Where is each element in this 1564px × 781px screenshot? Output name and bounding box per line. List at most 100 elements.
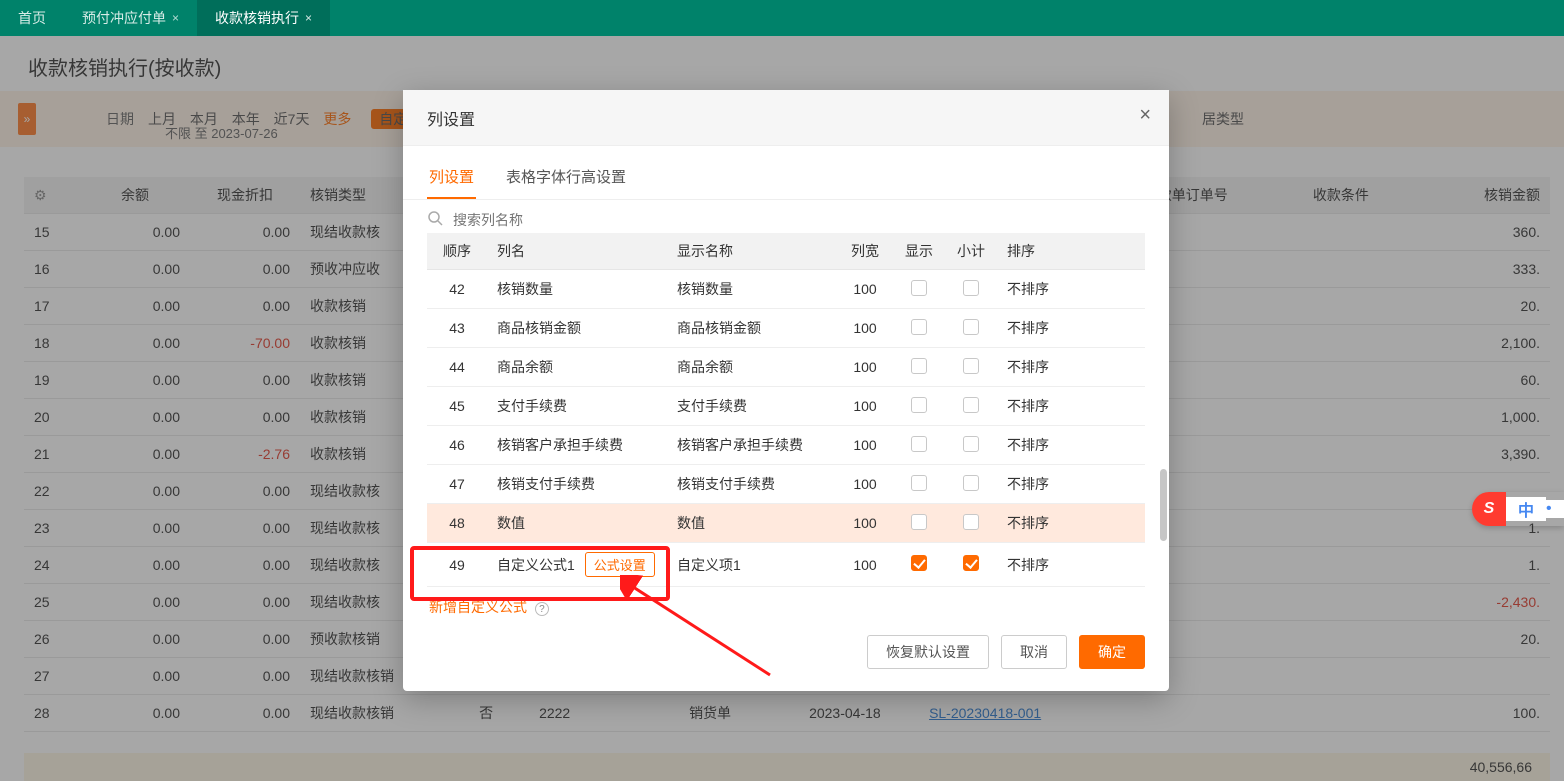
- show-checkbox[interactable]: [911, 514, 927, 530]
- col-width: 100: [837, 465, 893, 504]
- show-checkbox[interactable]: [911, 436, 927, 452]
- col-width: 100: [837, 309, 893, 348]
- subtotal-checkbox[interactable]: [963, 397, 979, 413]
- col-name: 核销数量: [487, 270, 667, 309]
- ime-badge[interactable]: S 中 •: [1472, 492, 1564, 526]
- show-checkbox[interactable]: [911, 280, 927, 296]
- h-sort: 排序: [997, 233, 1145, 270]
- col-name: 商品核销金额: [487, 309, 667, 348]
- column-row[interactable]: 42核销数量核销数量100不排序: [427, 270, 1145, 309]
- col-display-name: 支付手续费: [667, 387, 837, 426]
- col-display-name: 核销支付手续费: [667, 465, 837, 504]
- col-width: 100: [837, 348, 893, 387]
- col-width: 100: [837, 504, 893, 543]
- tab-column-settings[interactable]: 列设置: [427, 158, 476, 199]
- h-width: 列宽: [837, 233, 893, 270]
- show-checkbox[interactable]: [911, 397, 927, 413]
- col-width: 100: [837, 270, 893, 309]
- column-row[interactable]: 44商品余额商品余额100不排序: [427, 348, 1145, 387]
- topbar: 首页 预付冲应付单 × 收款核销执行 ×: [0, 0, 1564, 36]
- column-settings-modal: 列设置 × 列设置 表格字体行高设置 顺序 列名 显示名称 列宽 显示 小计 排…: [403, 90, 1169, 691]
- column-row[interactable]: 45支付手续费支付手续费100不排序: [427, 387, 1145, 426]
- col-order: 42: [427, 270, 487, 309]
- subtotal-checkbox[interactable]: [963, 436, 979, 452]
- show-checkbox[interactable]: [911, 319, 927, 335]
- columns-table: 顺序 列名 显示名称 列宽 显示 小计 排序 42核销数量核销数量100不排序4…: [427, 233, 1145, 587]
- close-icon[interactable]: ×: [305, 11, 312, 25]
- h-show: 显示: [893, 233, 945, 270]
- close-icon[interactable]: ×: [172, 11, 179, 25]
- col-sort: 不排序: [997, 309, 1145, 348]
- subtotal-checkbox[interactable]: [963, 555, 979, 571]
- tab-home[interactable]: 首页: [0, 0, 64, 36]
- col-display-name: 商品余额: [667, 348, 837, 387]
- col-name: 支付手续费: [487, 387, 667, 426]
- col-display-name: 商品核销金额: [667, 309, 837, 348]
- help-icon[interactable]: ?: [535, 602, 549, 616]
- col-order: 46: [427, 426, 487, 465]
- column-row[interactable]: 46核销客户承担手续费核销客户承担手续费100不排序: [427, 426, 1145, 465]
- col-display-name: 核销客户承担手续费: [667, 426, 837, 465]
- cancel-button[interactable]: 取消: [1001, 635, 1067, 669]
- ime-logo-icon: S: [1472, 492, 1506, 526]
- h-display-name: 显示名称: [667, 233, 837, 270]
- show-checkbox[interactable]: [911, 475, 927, 491]
- search-icon: [427, 210, 443, 229]
- subtotal-checkbox[interactable]: [963, 280, 979, 296]
- modal-body: 顺序 列名 显示名称 列宽 显示 小计 排序 42核销数量核销数量100不排序4…: [403, 233, 1169, 617]
- h-order: 顺序: [427, 233, 487, 270]
- tab-font-rowheight[interactable]: 表格字体行高设置: [504, 158, 628, 199]
- ime-dot: •: [1546, 500, 1564, 518]
- col-name: 核销客户承担手续费: [487, 426, 667, 465]
- col-sort: 不排序: [997, 465, 1145, 504]
- add-custom-label: 新增自定义公式: [429, 599, 527, 615]
- col-sort: 不排序: [997, 543, 1145, 587]
- col-order: 43: [427, 309, 487, 348]
- modal-tabs: 列设置 表格字体行高设置: [403, 146, 1169, 200]
- subtotal-checkbox[interactable]: [963, 358, 979, 374]
- formula-settings-button[interactable]: 公式设置: [585, 552, 655, 577]
- modal-footer: 恢复默认设置 取消 确定: [403, 617, 1169, 691]
- tab-receipt-verify-label: 收款核销执行: [215, 8, 299, 28]
- col-sort: 不排序: [997, 387, 1145, 426]
- col-order: 47: [427, 465, 487, 504]
- col-width: 100: [837, 387, 893, 426]
- show-checkbox[interactable]: [911, 358, 927, 374]
- col-order: 45: [427, 387, 487, 426]
- modal-header: 列设置 ×: [403, 90, 1169, 146]
- col-name: 商品余额: [487, 348, 667, 387]
- add-custom-formula-link[interactable]: 新增自定义公式 ?: [429, 597, 1145, 617]
- modal-title: 列设置: [427, 106, 475, 130]
- subtotal-checkbox[interactable]: [963, 514, 979, 530]
- ok-button[interactable]: 确定: [1079, 635, 1145, 669]
- search-input[interactable]: [451, 211, 711, 229]
- col-display-name: 数值: [667, 504, 837, 543]
- column-row[interactable]: 43商品核销金额商品核销金额100不排序: [427, 309, 1145, 348]
- tab-prepay[interactable]: 预付冲应付单 ×: [64, 0, 197, 36]
- show-checkbox[interactable]: [911, 555, 927, 571]
- subtotal-checkbox[interactable]: [963, 475, 979, 491]
- ime-lang: 中: [1506, 497, 1546, 521]
- subtotal-checkbox[interactable]: [963, 319, 979, 335]
- modal-search: [403, 200, 1169, 233]
- restore-default-button[interactable]: 恢复默认设置: [867, 635, 989, 669]
- col-order: 48: [427, 504, 487, 543]
- col-display-name: 自定义项1: [667, 543, 837, 587]
- column-row[interactable]: 48数值数值100不排序: [427, 504, 1145, 543]
- col-sort: 不排序: [997, 426, 1145, 465]
- col-order: 49: [427, 543, 487, 587]
- col-name: 数值: [487, 504, 667, 543]
- col-order: 44: [427, 348, 487, 387]
- column-row[interactable]: 47核销支付手续费核销支付手续费100不排序: [427, 465, 1145, 504]
- col-display-name: 核销数量: [667, 270, 837, 309]
- col-sort: 不排序: [997, 270, 1145, 309]
- col-name: 核销支付手续费: [487, 465, 667, 504]
- column-row[interactable]: 49自定义公式1 公式设置自定义项1100不排序: [427, 543, 1145, 587]
- close-icon[interactable]: ×: [1139, 104, 1151, 127]
- h-subtotal: 小计: [945, 233, 997, 270]
- h-name: 列名: [487, 233, 667, 270]
- tab-receipt-verify[interactable]: 收款核销执行 ×: [197, 0, 330, 36]
- scrollbar-thumb[interactable]: [1160, 469, 1167, 541]
- col-sort: 不排序: [997, 348, 1145, 387]
- tab-prepay-label: 预付冲应付单: [82, 8, 166, 28]
